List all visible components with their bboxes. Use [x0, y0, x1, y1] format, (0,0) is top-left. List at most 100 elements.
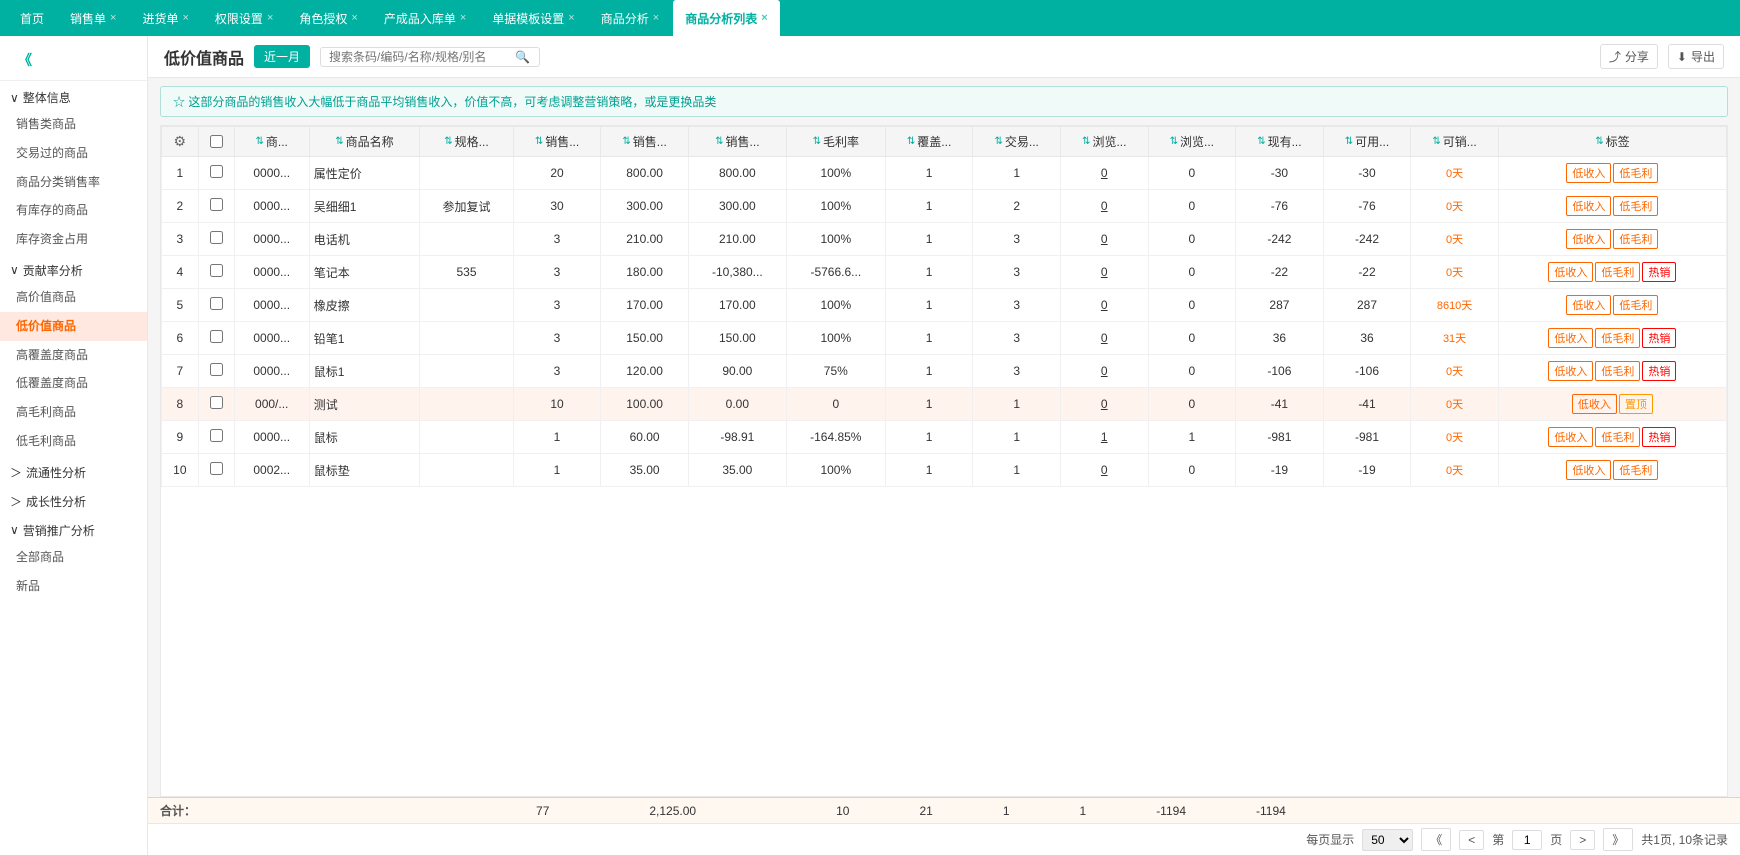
row-checkbox[interactable]	[210, 330, 223, 343]
view1-link[interactable]: 1	[1101, 430, 1108, 444]
col-trade[interactable]: ⇅交易...	[973, 127, 1061, 157]
sidebar-item-high-margin[interactable]: 高毛利商品	[0, 398, 147, 427]
col-name[interactable]: ⇅商品名称	[309, 127, 420, 157]
row-view1[interactable]: 0	[1060, 454, 1148, 487]
row-checkbox[interactable]	[210, 231, 223, 244]
row-view1[interactable]: 0	[1060, 322, 1148, 355]
sidebar-collapse-btn[interactable]: 《	[8, 42, 42, 74]
col-gear[interactable]: ⚙	[162, 127, 199, 157]
share-button[interactable]: ⤴ 分享	[1600, 44, 1658, 69]
row-name[interactable]: 铅笔1	[309, 322, 420, 355]
close-purchase-icon[interactable]: ×	[182, 12, 188, 24]
row-checkbox-cell[interactable]	[198, 223, 234, 256]
view1-link[interactable]: 0	[1101, 463, 1108, 477]
nav-goods-analysis[interactable]: 商品分析 ×	[589, 0, 671, 36]
sidebar-item-traded-goods[interactable]: 交易过的商品	[0, 139, 147, 168]
row-checkbox-cell[interactable]	[198, 388, 234, 421]
search-input[interactable]	[329, 50, 509, 64]
row-checkbox[interactable]	[210, 264, 223, 277]
row-checkbox[interactable]	[210, 363, 223, 376]
sidebar-group-overall[interactable]: ∨ 整体信息	[0, 81, 147, 110]
row-checkbox-cell[interactable]	[198, 454, 234, 487]
nav-roles[interactable]: 角色授权 ×	[287, 0, 369, 36]
view1-link[interactable]: 0	[1101, 199, 1108, 213]
col-checkbox[interactable]	[198, 127, 234, 157]
close-products-icon[interactable]: ×	[460, 12, 466, 24]
time-filter-button[interactable]: 近一月	[254, 45, 310, 68]
sidebar-item-stock-goods[interactable]: 有库存的商品	[0, 196, 147, 225]
row-checkbox-cell[interactable]	[198, 256, 234, 289]
page-number-input[interactable]	[1512, 830, 1542, 850]
close-goods-list-icon[interactable]: ×	[761, 12, 767, 24]
row-checkbox[interactable]	[210, 297, 223, 310]
nav-home[interactable]: 首页	[8, 0, 56, 36]
prev-page-button[interactable]: <	[1459, 830, 1484, 850]
col-view2[interactable]: ⇅浏览...	[1148, 127, 1236, 157]
sidebar-item-low-margin[interactable]: 低毛利商品	[0, 427, 147, 456]
page-size-select[interactable]: 50 10 20 100	[1362, 829, 1413, 851]
col-current[interactable]: ⇅现有...	[1236, 127, 1324, 157]
row-checkbox[interactable]	[210, 165, 223, 178]
col-margin[interactable]: ⇅毛利率	[786, 127, 885, 157]
row-view1[interactable]: 0	[1060, 388, 1148, 421]
view1-link[interactable]: 0	[1101, 397, 1108, 411]
search-icon[interactable]: 🔍	[515, 50, 530, 64]
row-name[interactable]: 鼠标垫	[309, 454, 420, 487]
nav-goods-analysis-list[interactable]: 商品分析列表 ×	[673, 0, 779, 36]
row-view1[interactable]: 0	[1060, 190, 1148, 223]
next-page-button[interactable]: >	[1570, 830, 1595, 850]
col-saleable[interactable]: ⇅可销...	[1411, 127, 1499, 157]
view1-link[interactable]: 0	[1101, 364, 1108, 378]
nav-sales[interactable]: 销售单 ×	[58, 0, 128, 36]
sidebar-item-low-value[interactable]: 低价值商品	[0, 312, 147, 341]
row-view1[interactable]: 1	[1060, 421, 1148, 454]
row-checkbox-cell[interactable]	[198, 355, 234, 388]
view1-link[interactable]: 0	[1101, 298, 1108, 312]
last-page-button[interactable]: 》	[1603, 828, 1633, 851]
row-checkbox[interactable]	[210, 396, 223, 409]
close-sales-icon[interactable]: ×	[110, 12, 116, 24]
col-sales-amt[interactable]: ⇅销售...	[601, 127, 689, 157]
sidebar-item-high-value[interactable]: 高价值商品	[0, 283, 147, 312]
view1-link[interactable]: 0	[1101, 331, 1108, 345]
sidebar-item-new-goods[interactable]: 新品	[0, 572, 147, 601]
view1-link[interactable]: 0	[1101, 265, 1108, 279]
row-name[interactable]: 属性定价	[309, 157, 420, 190]
col-sales-qty[interactable]: ⇅销售...	[513, 127, 601, 157]
row-name[interactable]: 电话机	[309, 223, 420, 256]
nav-products[interactable]: 产成品入库单 ×	[372, 0, 478, 36]
sidebar-item-category-sales[interactable]: 商品分类销售率	[0, 168, 147, 197]
table-container[interactable]: ⚙ ⇅商... ⇅商品名称 ⇅规格... ⇅销售... ⇅销售... ⇅销售..…	[160, 125, 1728, 797]
row-name[interactable]: 鼠标	[309, 421, 420, 454]
row-name[interactable]: 橡皮擦	[309, 289, 420, 322]
row-checkbox[interactable]	[210, 462, 223, 475]
row-checkbox-cell[interactable]	[198, 421, 234, 454]
sidebar-item-low-coverage[interactable]: 低覆盖度商品	[0, 369, 147, 398]
row-name[interactable]: 笔记本	[309, 256, 420, 289]
row-checkbox-cell[interactable]	[198, 289, 234, 322]
close-permissions-icon[interactable]: ×	[267, 12, 273, 24]
col-available[interactable]: ⇅可用...	[1323, 127, 1411, 157]
close-goods-analysis-icon[interactable]: ×	[653, 12, 659, 24]
sidebar-group-growth[interactable]: ＞ 成长性分析	[0, 485, 147, 514]
gear-icon[interactable]: ⚙	[174, 133, 187, 150]
row-checkbox[interactable]	[210, 429, 223, 442]
sidebar-group-marketing[interactable]: ∨ 营销推广分析	[0, 514, 147, 543]
row-name[interactable]: 测试	[309, 388, 420, 421]
export-button[interactable]: ⬇ 导出	[1668, 44, 1724, 69]
view1-link[interactable]: 0	[1101, 166, 1108, 180]
row-view1[interactable]: 0	[1060, 256, 1148, 289]
row-view1[interactable]: 0	[1060, 157, 1148, 190]
col-view1[interactable]: ⇅浏览...	[1060, 127, 1148, 157]
sidebar-item-all-goods[interactable]: 全部商品	[0, 543, 147, 572]
col-coverage[interactable]: ⇅覆盖...	[885, 127, 973, 157]
nav-purchase[interactable]: 进货单 ×	[130, 0, 200, 36]
sidebar-group-contribution[interactable]: ∨ 贡献率分析	[0, 254, 147, 283]
row-view1[interactable]: 0	[1060, 289, 1148, 322]
sidebar-item-high-coverage[interactable]: 高覆盖度商品	[0, 341, 147, 370]
row-checkbox-cell[interactable]	[198, 190, 234, 223]
col-sales-avg[interactable]: ⇅销售...	[688, 127, 786, 157]
row-view1[interactable]: 0	[1060, 223, 1148, 256]
row-checkbox[interactable]	[210, 198, 223, 211]
row-name[interactable]: 鼠标1	[309, 355, 420, 388]
